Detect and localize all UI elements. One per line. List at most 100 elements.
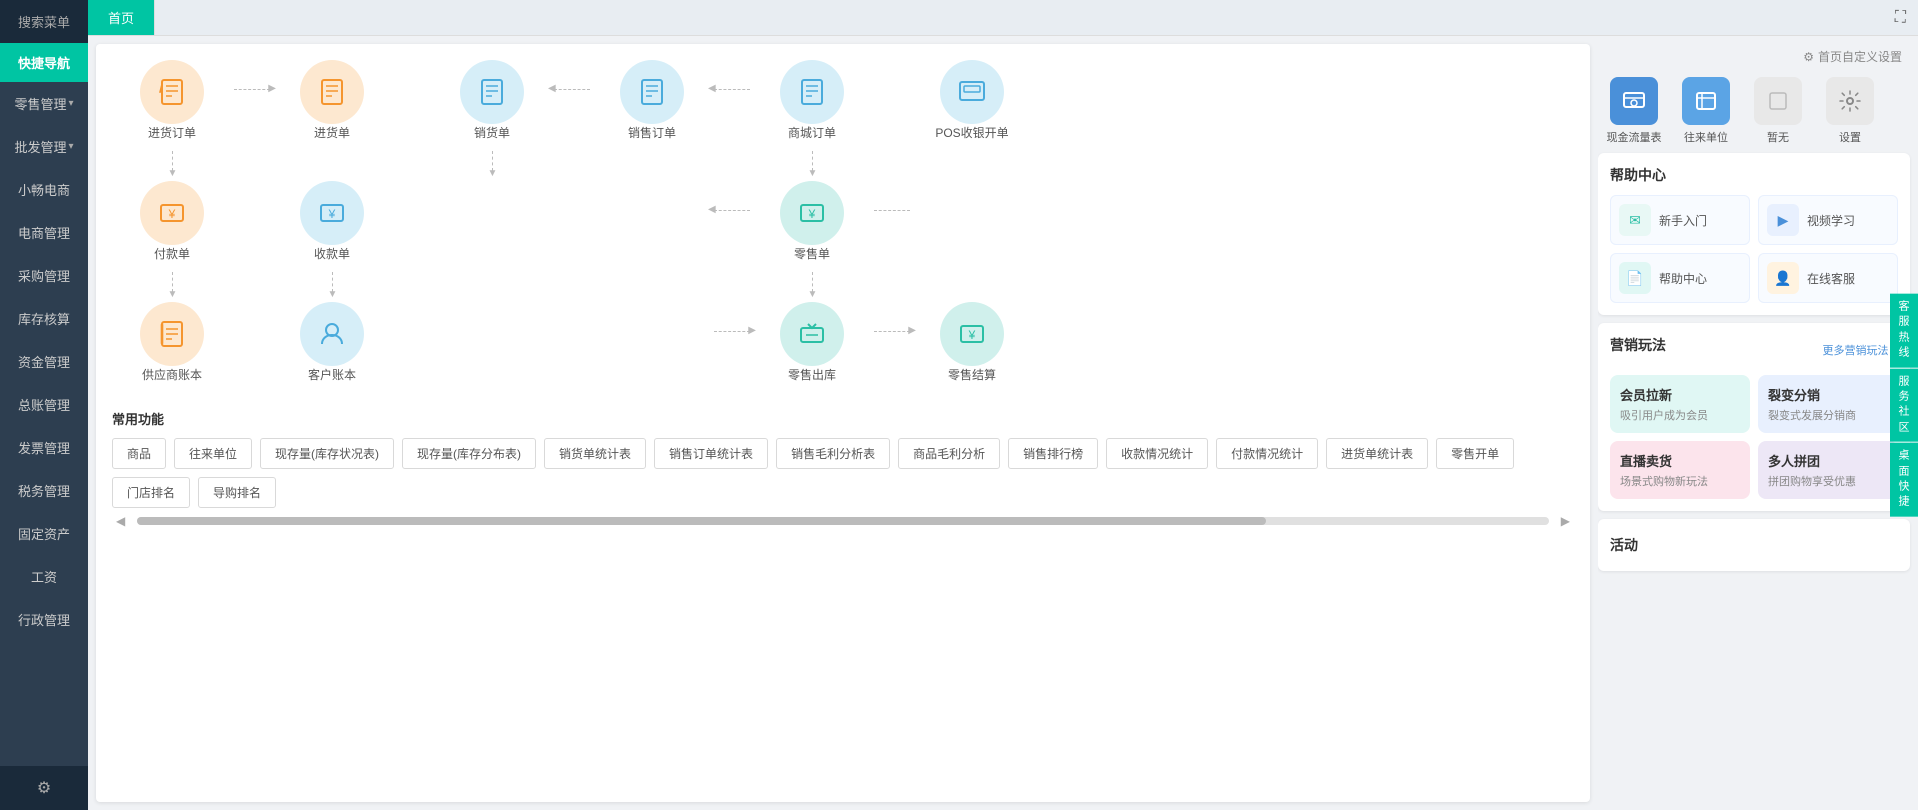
quick-icon-units[interactable]: 往来单位 (1674, 77, 1738, 145)
func-btn-stock2[interactable]: 现存量(库存分布表) (402, 438, 536, 469)
settings-label: 设置 (1839, 129, 1861, 145)
retail-icon[interactable]: ¥ (780, 181, 844, 245)
flow-node-sales-order: 销售订单 (592, 60, 712, 141)
quick-icon-none[interactable]: 暂无 (1746, 77, 1810, 145)
mall-order-icon[interactable] (780, 60, 844, 124)
purchase-icon[interactable] (300, 60, 364, 124)
quick-icon-cashflow[interactable]: 现金流量表 (1602, 77, 1666, 145)
sidebar-item-admin[interactable]: 行政管理 (0, 598, 88, 641)
func-btn-purchase-stat[interactable]: 进货单统计表 (1326, 438, 1428, 469)
sidebar-item-payroll[interactable]: 工资 (0, 555, 88, 598)
expand-icon[interactable]: ⛶ (1891, 5, 1910, 31)
retail-out-icon[interactable] (780, 302, 844, 366)
scroll-left-btn[interactable]: ◀ (112, 514, 129, 528)
func-btn-units[interactable]: 往来单位 (174, 438, 252, 469)
float-btn-community[interactable]: 服务社区 (1890, 368, 1918, 442)
pos-icon[interactable] (940, 60, 1004, 124)
sales-icon[interactable] (460, 60, 524, 124)
func-btn-receipt-stat[interactable]: 收款情况统计 (1106, 438, 1208, 469)
scroll-track[interactable] (137, 517, 1549, 525)
help-item-service[interactable]: 👤 在线客服 (1758, 253, 1898, 303)
marketing-item-fission[interactable]: 裂变分销 裂变式发展分销商 (1758, 375, 1898, 433)
sidebar-item-retail[interactable]: 零售管理 ▾ (0, 82, 88, 125)
help-center-card: 帮助中心 ✉ 新手入门 ▶ 视频学习 📄 帮助中心 👤 (1598, 153, 1910, 315)
beginner-label: 新手入门 (1659, 212, 1707, 229)
none-icon (1754, 77, 1802, 125)
supplier-ledger-icon[interactable] (140, 302, 204, 366)
flow-node-sales: 销货单 (432, 60, 552, 141)
quick-icon-settings[interactable]: 设置 (1818, 77, 1882, 145)
live-sub: 场景式购物新玩法 (1620, 473, 1740, 489)
func-btn-payment-stat[interactable]: 付款情况统计 (1216, 438, 1318, 469)
group-sub: 拼团购物享受优惠 (1768, 473, 1888, 489)
quick-icons: 现金流量表 往来单位 暂无 (1598, 77, 1910, 145)
purchase-order-icon[interactable] (140, 60, 204, 124)
chevron-icon: ▾ (68, 98, 73, 109)
help-grid: ✉ 新手入门 ▶ 视频学习 📄 帮助中心 👤 在线客服 (1610, 195, 1898, 303)
activity-title: 活动 (1610, 531, 1898, 559)
arrow-1: ▶ (232, 89, 272, 90)
fission-title: 裂变分销 (1768, 385, 1888, 404)
sidebar-item-assets[interactable]: 固定资产 (0, 512, 88, 555)
func-btn-sales-stat[interactable]: 销货单统计表 (544, 438, 646, 469)
sidebar-item-ledger[interactable]: 总账管理 (0, 383, 88, 426)
func-btn-guide-rank[interactable]: 导购排名 (198, 477, 276, 508)
flow-node-customer-ledger: 客户账本 (272, 302, 392, 383)
customize-row[interactable]: ⚙ 首页自定义设置 (1598, 44, 1910, 69)
func-btn-gross1[interactable]: 销售毛利分析表 (776, 438, 890, 469)
flow-row-3: 供应商账本 客户账本 (112, 302, 1574, 383)
flow-node-purchase-order: 进货订单 (112, 60, 232, 141)
help-item-help[interactable]: 📄 帮助中心 (1610, 253, 1750, 303)
right-panel: ⚙ 首页自定义设置 现金流量表 往来单位 (1598, 36, 1918, 810)
scroll-thumb (137, 517, 1266, 525)
sidebar-item-tax[interactable]: 税务管理 (0, 469, 88, 512)
retail-settle-icon[interactable]: ¥ (940, 302, 1004, 366)
main-area: 首页 ⛶ 进货订单 (88, 0, 1918, 810)
marketing-item-member[interactable]: 会员拉新 吸引用户成为会员 (1610, 375, 1750, 433)
sidebar-item-invoice[interactable]: 发票管理 (0, 426, 88, 469)
sidebar-search[interactable]: 搜索菜单 (0, 0, 88, 43)
marketing-more[interactable]: 更多营销玩法 > (1823, 342, 1898, 358)
marketing-item-live[interactable]: 直播卖货 场景式购物新玩法 (1610, 441, 1750, 499)
tab-home[interactable]: 首页 (88, 0, 155, 35)
sidebar-item-purchase[interactable]: 采购管理 (0, 254, 88, 297)
func-buttons: 商品 往来单位 现存量(库存状况表) 现存量(库存分布表) 销货单统计表 销售订… (112, 438, 1574, 508)
func-btn-rank[interactable]: 销售排行榜 (1008, 438, 1098, 469)
sidebar-settings[interactable]: ⚙ (0, 766, 88, 810)
help-label: 帮助中心 (1659, 270, 1707, 287)
vert-arrow-payment (172, 272, 173, 292)
marketing-item-group[interactable]: 多人拼团 拼团购物享受优惠 (1758, 441, 1898, 499)
scroll-right-btn[interactable]: ▶ (1557, 514, 1574, 528)
flow-node-mall-order: 商城订单 (752, 60, 872, 141)
func-btn-goods[interactable]: 商品 (112, 438, 166, 469)
func-btn-gross2[interactable]: 商品毛利分析 (898, 438, 1000, 469)
flow-node-pos: POS收银开单 (912, 60, 1032, 141)
help-item-beginner[interactable]: ✉ 新手入门 (1610, 195, 1750, 245)
sidebar-item-finance[interactable]: 资金管理 (0, 340, 88, 383)
retail-out-label: 零售出库 (788, 366, 836, 383)
sales-order-icon[interactable] (620, 60, 684, 124)
receipt-label: 收款单 (314, 245, 350, 262)
func-btn-sales-order-stat[interactable]: 销售订单统计表 (654, 438, 768, 469)
left-panel: 进货订单 ▶ 进货单 (96, 44, 1590, 802)
cashflow-label: 现金流量表 (1607, 129, 1662, 145)
float-btn-desktop[interactable]: 桌面快捷 (1890, 443, 1918, 517)
sidebar-item-ecom-mgmt[interactable]: 电商管理 (0, 211, 88, 254)
func-btn-store-rank[interactable]: 门店排名 (112, 477, 190, 508)
func-btn-retail-order[interactable]: 零售开单 (1436, 438, 1514, 469)
purchase-order-label: 进货订单 (148, 124, 196, 141)
retail-settle-label: 零售结算 (948, 366, 996, 383)
tab-bar-end: ⛶ (1891, 0, 1918, 35)
sidebar-item-inventory[interactable]: 库存核算 (0, 297, 88, 340)
vert-arrow-mall (812, 151, 813, 171)
activity-card: 活动 (1598, 519, 1910, 571)
sidebar-item-ecom[interactable]: 小畅电商 (0, 168, 88, 211)
receipt-icon[interactable]: ¥ (300, 181, 364, 245)
payment-icon[interactable]: ¥ (140, 181, 204, 245)
help-item-video[interactable]: ▶ 视频学习 (1758, 195, 1898, 245)
sidebar-item-wholesale[interactable]: 批发管理 ▾ (0, 125, 88, 168)
customer-ledger-icon[interactable] (300, 302, 364, 366)
func-btn-stock1[interactable]: 现存量(库存状况表) (260, 438, 394, 469)
sidebar-nav-header[interactable]: 快捷导航 (0, 43, 88, 82)
float-btn-hotline[interactable]: 客服热线 (1890, 294, 1918, 368)
